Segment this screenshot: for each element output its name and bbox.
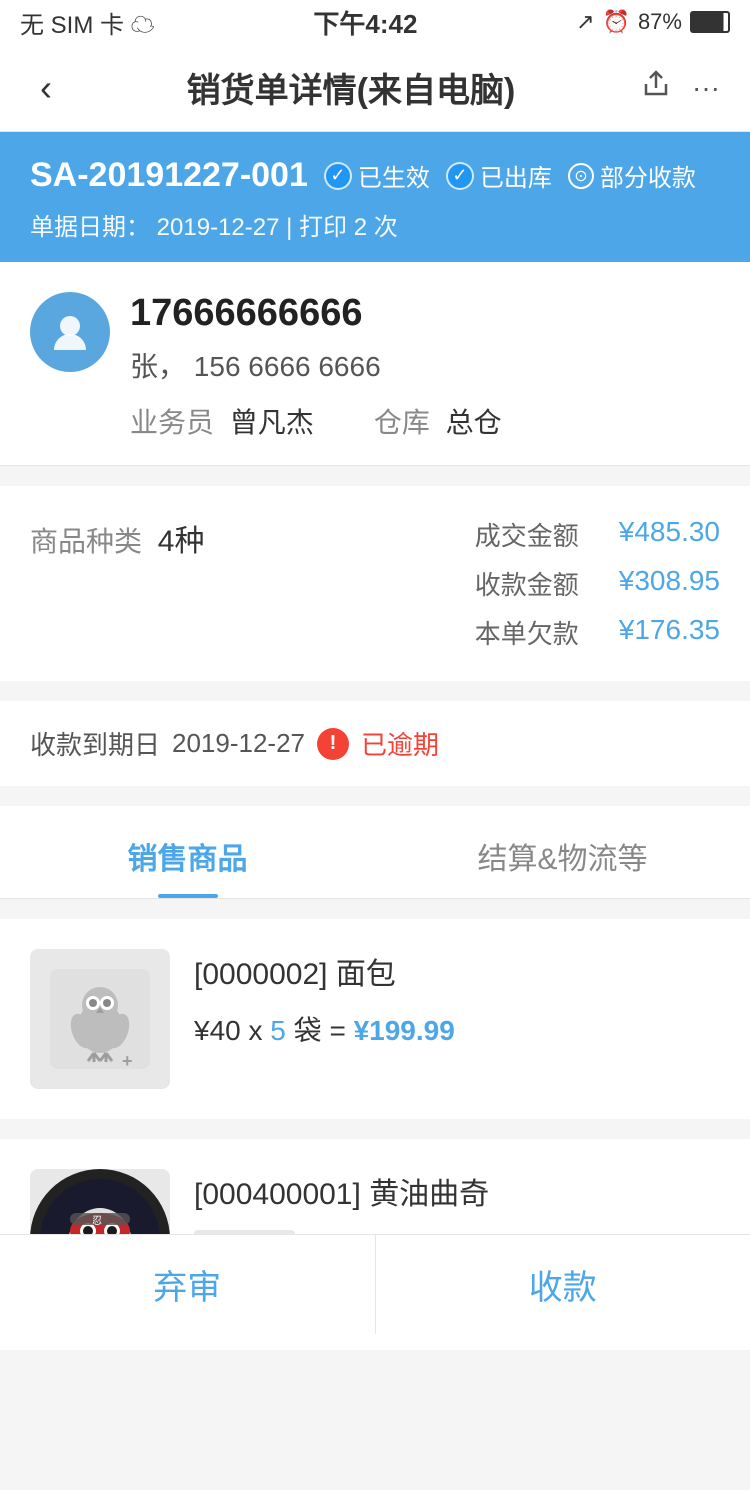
product-unit-price-1: ¥40	[194, 1015, 241, 1046]
order-date: 2019-12-27	[157, 214, 280, 241]
status-right: ↗ ⏰ 87%	[576, 9, 730, 35]
order-header-top: SA-20191227-001 ✓ 已生效 ✓ 已出库 ⊙ 部分收款	[30, 156, 720, 195]
tab-sales-products-label: 销售商品	[128, 843, 248, 876]
due-date-label: 收款到期日	[30, 725, 160, 762]
product-list: + [0000002] 面包 ¥40 x 5 袋 = ¥199.99	[0, 919, 750, 1490]
date-label: 单据日期：	[30, 214, 150, 241]
salesman-field: 业务员 曾凡杰	[130, 401, 314, 441]
owed-value: ¥176.35	[619, 614, 720, 651]
product-name-1: [0000002] 面包	[194, 949, 720, 993]
warehouse-value: 总仓	[446, 407, 502, 438]
customer-details: 业务员 曾凡杰 仓库 总仓	[130, 401, 720, 441]
battery-icon	[690, 11, 730, 33]
overdue-text: 已逾期	[361, 725, 439, 762]
order-meta: 单据日期： 2019-12-27 | 打印 2 次	[30, 207, 720, 242]
product-equal-1: =	[329, 1015, 353, 1046]
clock-icon: ⊙	[568, 163, 594, 189]
customer-section: 17666666666 张， 156 6666 6666 业务员 曾凡杰 仓库 …	[0, 262, 750, 465]
nav-actions: ···	[640, 68, 720, 107]
tabs-section: 销售商品 结算&物流等	[0, 806, 750, 899]
status-shipped-label: 已出库	[480, 158, 552, 193]
collect-payment-label: 收款	[529, 1260, 597, 1309]
status-time: 下午4:42	[313, 4, 417, 41]
summary-left: 商品种类 4种	[30, 516, 204, 560]
owed-row: 本单欠款 ¥176.35	[475, 614, 720, 651]
product-info-1: [0000002] 面包 ¥40 x 5 袋 = ¥199.99	[194, 949, 720, 1049]
order-number: SA-20191227-001	[30, 156, 308, 195]
customer-name: 张，	[130, 351, 186, 382]
salesman-value: 曾凡杰	[230, 407, 314, 438]
tab-settlement[interactable]: 结算&物流等	[375, 806, 750, 898]
product-total-1: ¥199.99	[354, 1015, 455, 1046]
customer-id: 17666666666	[130, 292, 720, 335]
bottom-bar: 弃审 收款	[0, 1234, 750, 1334]
status-partial-label: 部分收款	[600, 158, 696, 193]
more-button[interactable]: ···	[692, 72, 720, 104]
status-left: 无 SIM 卡 ☁	[20, 5, 155, 40]
product-multiply-1: x	[249, 1015, 271, 1046]
abandon-review-label: 弃审	[153, 1260, 221, 1309]
deal-amount-value: ¥485.30	[619, 516, 720, 553]
product-title-1: 面包	[336, 958, 396, 991]
sim-status: 无 SIM 卡 ☁	[20, 5, 155, 40]
product-types-label: 商品种类	[30, 526, 142, 557]
received-value: ¥308.95	[619, 565, 720, 602]
divider-1	[0, 465, 750, 466]
status-effective: ✓ 已生效	[324, 158, 430, 193]
product-code-2: [000400001]	[194, 1178, 361, 1211]
print-label: | 打印	[286, 214, 354, 241]
nav-bar: ‹ 销货单详情(来自电脑) ···	[0, 44, 750, 132]
product-thumb-1: +	[30, 949, 170, 1089]
warehouse-field: 仓库 总仓	[374, 401, 502, 441]
overdue-icon: !	[317, 728, 349, 760]
tab-settlement-label: 结算&物流等	[477, 843, 647, 876]
product-types-value: 4种	[158, 525, 205, 558]
collect-payment-button[interactable]: 收款	[376, 1235, 750, 1334]
deal-amount-row: 成交金额 ¥485.30	[475, 516, 720, 553]
product-name-2: [000400001] 黄油曲奇	[194, 1169, 720, 1213]
product-title-2: 黄油曲奇	[369, 1178, 489, 1211]
check-icon-2: ✓	[446, 162, 474, 190]
alarm-icon: ⏰	[603, 9, 630, 35]
print-count: 2	[354, 214, 367, 241]
status-bar: 无 SIM 卡 ☁ 下午4:42 ↗ ⏰ 87%	[0, 0, 750, 44]
svg-text:忍: 忍	[92, 1215, 102, 1227]
customer-name-phone: 张， 156 6666 6666	[130, 345, 720, 385]
customer-phone-num: 156 6666 6666	[194, 351, 381, 382]
status-effective-label: 已生效	[358, 158, 430, 193]
abandon-review-button[interactable]: 弃审	[0, 1235, 376, 1334]
summary-right: 成交金额 ¥485.30 收款金额 ¥308.95 本单欠款 ¥176.35	[475, 516, 720, 651]
due-date-value: 2019-12-27	[172, 728, 305, 759]
back-button[interactable]: ‹	[30, 57, 62, 119]
order-header: SA-20191227-001 ✓ 已生效 ✓ 已出库 ⊙ 部分收款 单据日期：…	[0, 132, 750, 262]
product-unit-1: 袋	[294, 1015, 322, 1046]
product-price-1: ¥40 x 5 袋 = ¥199.99	[194, 1009, 720, 1049]
check-icon-1: ✓	[324, 162, 352, 190]
deal-amount-label: 成交金额	[475, 516, 579, 553]
share-button[interactable]	[640, 68, 672, 107]
status-shipped: ✓ 已出库	[446, 158, 552, 193]
location-icon: ↗	[576, 9, 594, 35]
received-label: 收款金额	[475, 565, 579, 602]
received-row: 收款金额 ¥308.95	[475, 565, 720, 602]
customer-info: 17666666666 张， 156 6666 6666 业务员 曾凡杰 仓库 …	[130, 292, 720, 441]
status-partial: ⊙ 部分收款	[568, 158, 696, 193]
summary-section: 商品种类 4种 成交金额 ¥485.30 收款金额 ¥308.95 本单欠款 ¥…	[0, 486, 750, 681]
tab-sales-products[interactable]: 销售商品	[0, 806, 375, 898]
battery-status: 87%	[638, 9, 682, 35]
print-suffix: 次	[374, 214, 398, 241]
svg-text:+: +	[122, 1051, 133, 1069]
table-row: + [0000002] 面包 ¥40 x 5 袋 = ¥199.99	[0, 919, 750, 1119]
product-code-1: [0000002]	[194, 958, 327, 991]
customer-avatar	[30, 292, 110, 372]
due-section: 收款到期日 2019-12-27 ! 已逾期	[0, 701, 750, 786]
warehouse-label: 仓库	[374, 407, 430, 438]
product-qty-1: 5	[270, 1015, 286, 1046]
salesman-label: 业务员	[130, 407, 214, 438]
owed-label: 本单欠款	[475, 614, 579, 651]
page-title: 销货单详情(来自电脑)	[62, 63, 640, 112]
